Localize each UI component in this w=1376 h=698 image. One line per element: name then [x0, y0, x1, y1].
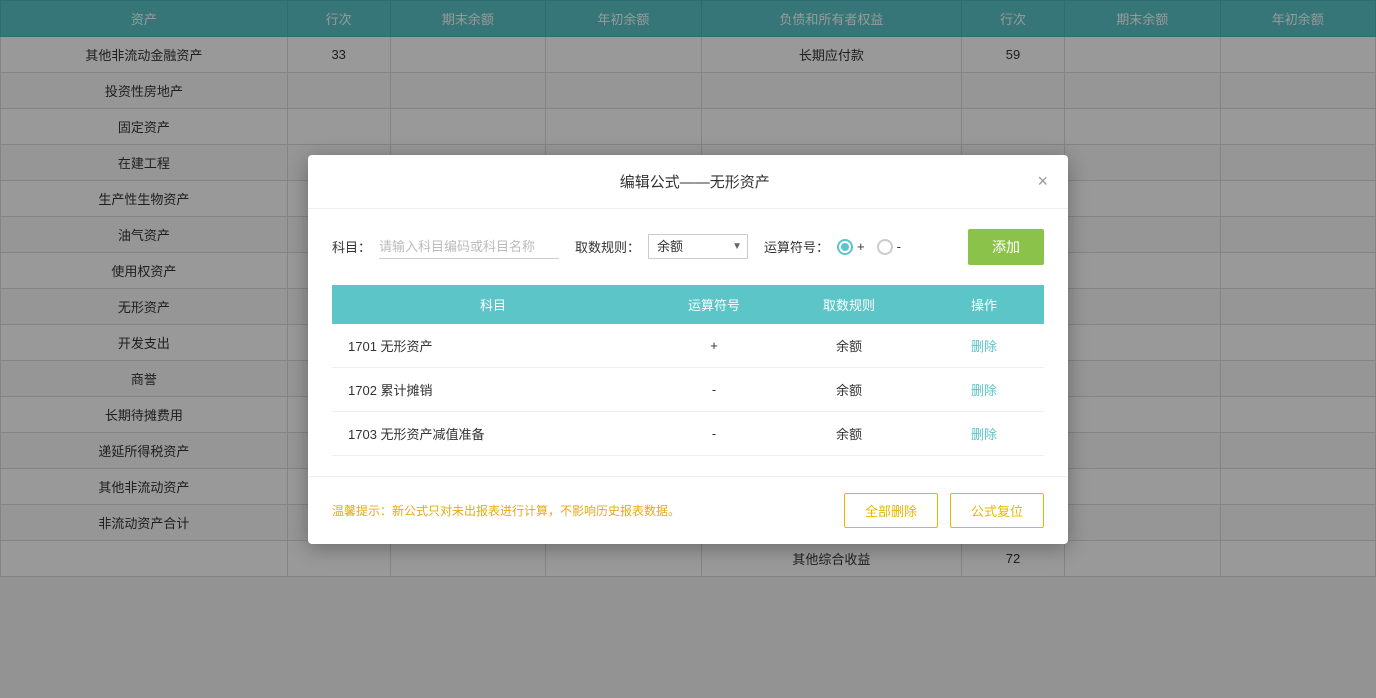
delete-link[interactable]: 删除 [971, 427, 997, 442]
radio-minus[interactable]: - [877, 239, 901, 255]
formula-operator: - [654, 367, 774, 411]
table-header-action: 操作 [924, 285, 1044, 324]
formula-row: 1701 无形资产+余额 删除 [332, 324, 1044, 368]
modal-close-button[interactable]: × [1037, 172, 1048, 190]
radio-plus-label: + [857, 239, 865, 254]
formula-rule: 余额 [774, 411, 924, 455]
modal-footer: 温馨提示：新公式只对未出报表进行计算，不影响历史报表数据。 全部删除 公式复位 [308, 476, 1068, 544]
rule-label: 取数规则： [575, 237, 640, 256]
subject-input[interactable] [379, 235, 559, 259]
modal-title: 编辑公式——无形资产 [352, 171, 1037, 192]
formula-action: 删除 [924, 367, 1044, 411]
formula-operator: - [654, 411, 774, 455]
formula-row: 1702 累计摊销-余额 删除 [332, 367, 1044, 411]
delete-all-button[interactable]: 全部删除 [844, 493, 938, 528]
delete-link[interactable]: 删除 [971, 339, 997, 354]
rule-select-wrapper: 余额 借方 贷方 借方发生额 贷方发生额 ▼ [648, 234, 748, 259]
footer-hint: 温馨提示：新公式只对未出报表进行计算，不影响历史报表数据。 [332, 502, 680, 519]
radio-minus-circle [877, 239, 893, 255]
modal-dialog: 编辑公式——无形资产 × 科目： 取数规则： 余额 [308, 155, 1068, 544]
add-button[interactable]: 添加 [968, 229, 1044, 265]
rule-select[interactable]: 余额 借方 贷方 借方发生额 贷方发生额 [648, 234, 748, 259]
table-header-rule: 取数规则 [774, 285, 924, 324]
operator-label: 运算符号： [764, 237, 829, 256]
modal-header: 编辑公式——无形资产 × [308, 155, 1068, 209]
formula-rule: 余额 [774, 324, 924, 368]
formula-subject: 1702 累计摊销 [332, 367, 654, 411]
rule-group: 取数规则： 余额 借方 贷方 借方发生额 贷方发生额 ▼ [575, 234, 748, 259]
radio-plus[interactable]: + [837, 239, 865, 255]
subject-label: 科目： [332, 237, 371, 256]
formula-subject: 1701 无形资产 [332, 324, 654, 368]
delete-link[interactable]: 删除 [971, 383, 997, 398]
formula-operator: + [654, 324, 774, 368]
reset-button[interactable]: 公式复位 [950, 493, 1044, 528]
formula-action: 删除 [924, 411, 1044, 455]
radio-plus-circle [837, 239, 853, 255]
formula-action: 删除 [924, 324, 1044, 368]
form-row: 科目： 取数规则： 余额 借方 贷方 借方发生额 贷方发生额 [332, 229, 1044, 265]
formula-rule: 余额 [774, 367, 924, 411]
formula-row: 1703 无形资产减值准备-余额 删除 [332, 411, 1044, 455]
table-header-subject: 科目 [332, 285, 654, 324]
subject-group: 科目： [332, 235, 559, 259]
table-header-operator: 运算符号 [654, 285, 774, 324]
radio-group: + - [837, 239, 901, 255]
formula-table: 科目 运算符号 取数规则 操作 1701 无形资产+余额删除1702 累计摊销-… [332, 285, 1044, 456]
radio-minus-label: - [897, 239, 901, 254]
modal-overlay: 编辑公式——无形资产 × 科目： 取数规则： 余额 [0, 0, 1376, 698]
formula-subject: 1703 无形资产减值准备 [332, 411, 654, 455]
modal-body: 科目： 取数规则： 余额 借方 贷方 借方发生额 贷方发生额 [308, 209, 1068, 476]
background-container: 资产 行次 期末余额 年初余额 负债和所有者权益 行次 期末余额 年初余额 其他… [0, 0, 1376, 698]
footer-buttons: 全部删除 公式复位 [844, 493, 1044, 528]
operator-group: 运算符号： + - [764, 237, 901, 256]
